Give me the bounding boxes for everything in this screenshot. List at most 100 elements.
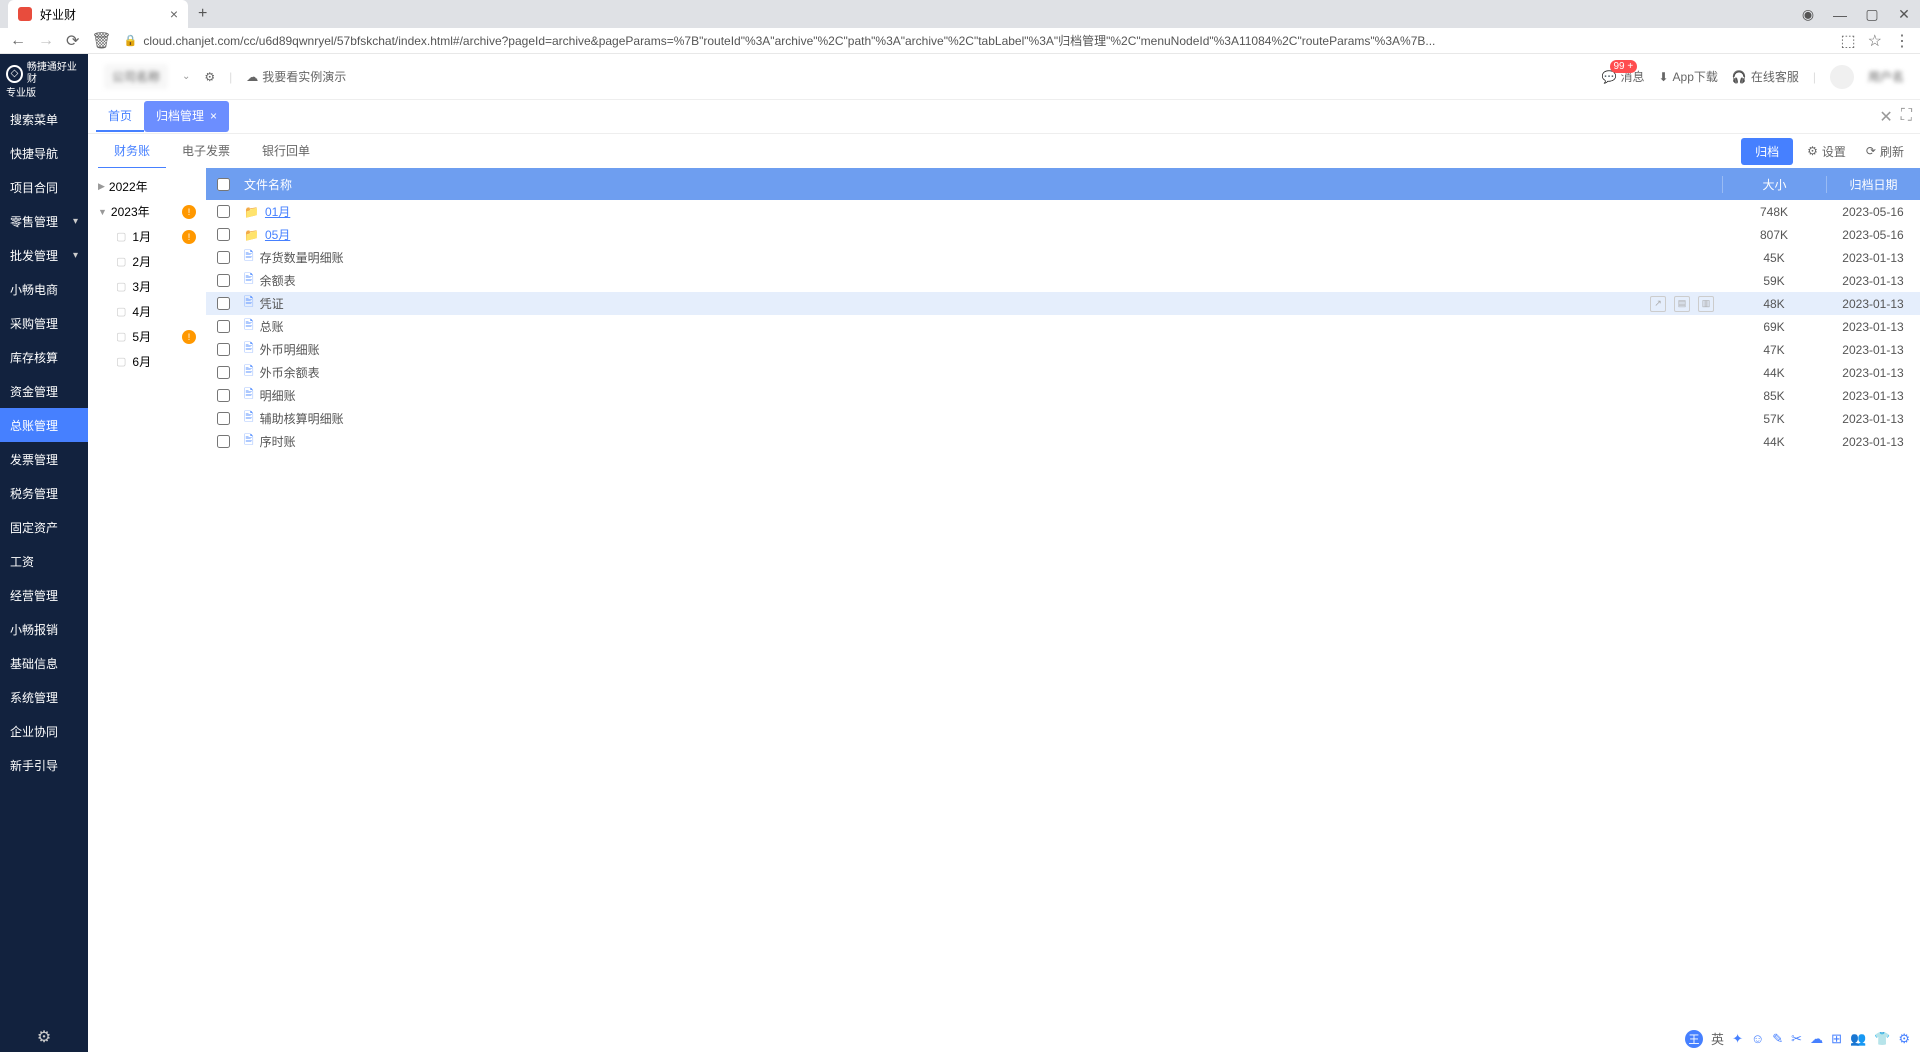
tab-bank[interactable]: 银行回单 [246,134,326,169]
table-row[interactable]: 📁05月 807K 2023-05-16 [206,223,1920,246]
table-row[interactable]: 🖹外币明细账 47K 2023-01-13 [206,338,1920,361]
select-all-checkbox[interactable] [217,178,230,191]
collapse-icon[interactable]: ▼ [98,207,107,217]
tray-app-icon[interactable]: 王 [1685,1030,1703,1048]
sidebar-item[interactable]: 小畅报销 [0,612,88,646]
tray-icon[interactable]: 👕 [1874,1031,1890,1047]
sidebar-item[interactable]: 批发管理▾ [0,238,88,272]
ime-indicator[interactable]: 英 [1711,1029,1724,1048]
close-window-icon[interactable]: ✕ [1896,6,1912,23]
tab-invoice[interactable]: 电子发票 [166,134,246,169]
table-row[interactable]: 🖹凭证↗▤▥ 48K 2023-01-13 [206,292,1920,315]
tree-month[interactable]: ▢1月! [110,224,202,249]
row-checkbox[interactable] [217,366,230,379]
sidebar-item[interactable]: 系统管理 [0,680,88,714]
tray-icon[interactable]: ✎ [1772,1031,1783,1047]
sidebar-item[interactable]: 新手引导 [0,748,88,782]
table-row[interactable]: 🖹存货数量明细账 45K 2023-01-13 [206,246,1920,269]
tray-icon[interactable]: ⊞ [1831,1031,1842,1047]
file-link[interactable]: 01月 [265,203,290,220]
table-row[interactable]: 🖹总账 69K 2023-01-13 [206,315,1920,338]
reload-icon[interactable]: ⟳ [66,31,79,51]
download-button[interactable]: ⬇ App下载 [1658,68,1717,85]
row-checkbox[interactable] [217,435,230,448]
file-link[interactable]: 05月 [265,226,290,243]
tree-node-2022[interactable]: ▶ 2022年 [92,174,202,199]
install-icon[interactable]: ⬚ [1841,31,1856,51]
row-checkbox[interactable] [217,251,230,264]
sidebar-item[interactable]: 发票管理 [0,442,88,476]
tab-archive[interactable]: 归档管理 × [144,101,229,132]
tree-month[interactable]: ▢3月 [110,274,202,299]
sidebar-item[interactable]: 零售管理▾ [0,204,88,238]
avatar[interactable] [1830,65,1854,89]
tray-icon[interactable]: ☁ [1810,1031,1823,1047]
tray-icon[interactable]: ⚙ [1898,1031,1910,1047]
sidebar-item[interactable]: 资金管理 [0,374,88,408]
sidebar-item[interactable]: 搜索菜单 [0,102,88,136]
chevron-down-icon[interactable]: ⌄ [182,71,190,82]
row-checkbox[interactable] [217,297,230,310]
archive-button[interactable]: 归档 [1741,138,1793,165]
sidebar-item[interactable]: 项目合同 [0,170,88,204]
view-icon[interactable]: ▥ [1698,296,1714,312]
tree-month[interactable]: ▢5月! [110,324,202,349]
delete-icon[interactable]: 🗑 [91,31,111,51]
row-checkbox[interactable] [217,412,230,425]
sidebar-item[interactable]: 企业协同 [0,714,88,748]
row-checkbox[interactable] [217,274,230,287]
table-row[interactable]: 🖹辅助核算明细账 57K 2023-01-13 [206,407,1920,430]
pdf-icon[interactable]: ▤ [1674,296,1690,312]
account-icon[interactable]: ◉ [1800,6,1816,23]
tree-month[interactable]: ▢6月 [110,349,202,374]
tab-finance[interactable]: 财务账 [98,134,166,169]
table-row[interactable]: 🖹明细账 85K 2023-01-13 [206,384,1920,407]
tab-home[interactable]: 首页 [96,101,144,132]
browser-tab[interactable]: 好业财 × [8,0,188,28]
expand-icon[interactable]: ▶ [98,181,105,192]
sidebar-item[interactable]: 采购管理 [0,306,88,340]
forward-icon[interactable]: → [38,32,54,50]
export-icon[interactable]: ↗ [1650,296,1666,312]
tree-month[interactable]: ▢2月 [110,249,202,274]
menu-icon[interactable]: ⋮ [1894,31,1910,51]
tree-month[interactable]: ▢4月 [110,299,202,324]
sidebar-settings-icon[interactable]: ⚙ [0,1022,88,1052]
sidebar-item[interactable]: 库存核算 [0,340,88,374]
row-checkbox[interactable] [217,320,230,333]
tree-node-2023[interactable]: ▼ 2023年 ! [92,199,202,224]
sidebar-item[interactable]: 税务管理 [0,476,88,510]
close-tab-icon[interactable]: × [170,6,178,22]
demo-link[interactable]: ☁ 我要看实例演示 [246,68,346,85]
table-row[interactable]: 🖹余额表 59K 2023-01-13 [206,269,1920,292]
table-row[interactable]: 🖹序时账 44K 2023-01-13 [206,430,1920,453]
close-tabs-icon[interactable]: ✕ [1879,107,1892,127]
settings-button[interactable]: ⚙设置 [1801,138,1852,165]
url-bar[interactable]: 🔒 cloud.chanjet.com/cc/u6d89qwnryel/57bf… [124,32,1829,49]
tray-icon[interactable]: ☺ [1751,1031,1764,1046]
minimize-icon[interactable]: — [1832,7,1848,23]
tray-icon[interactable]: 👥 [1850,1031,1866,1047]
tray-icon[interactable]: ✂ [1791,1031,1802,1047]
sidebar-item[interactable]: 经营管理 [0,578,88,612]
star-icon[interactable]: ☆ [1868,31,1882,51]
refresh-button[interactable]: ⟳刷新 [1860,138,1910,165]
sidebar-item[interactable]: 工资 [0,544,88,578]
sidebar-item[interactable]: 小畅电商 [0,272,88,306]
row-checkbox[interactable] [217,228,230,241]
row-checkbox[interactable] [217,205,230,218]
company-selector[interactable]: 公司名称 [104,64,168,89]
sidebar-item[interactable]: 固定资产 [0,510,88,544]
fullscreen-icon[interactable]: ⛶ [1901,107,1912,127]
sidebar-item[interactable]: 基础信息 [0,646,88,680]
table-row[interactable]: 🖹外币余额表 44K 2023-01-13 [206,361,1920,384]
row-checkbox[interactable] [217,343,230,356]
user-name[interactable]: 用户名 [1868,68,1904,85]
maximize-icon[interactable]: ▢ [1864,6,1880,23]
back-icon[interactable]: ← [10,32,26,50]
sidebar-item[interactable]: 总账管理 [0,408,88,442]
sidebar-item[interactable]: 快捷导航 [0,136,88,170]
row-checkbox[interactable] [217,389,230,402]
new-tab-button[interactable]: + [188,1,217,27]
tray-icon[interactable]: ✦ [1732,1031,1743,1047]
